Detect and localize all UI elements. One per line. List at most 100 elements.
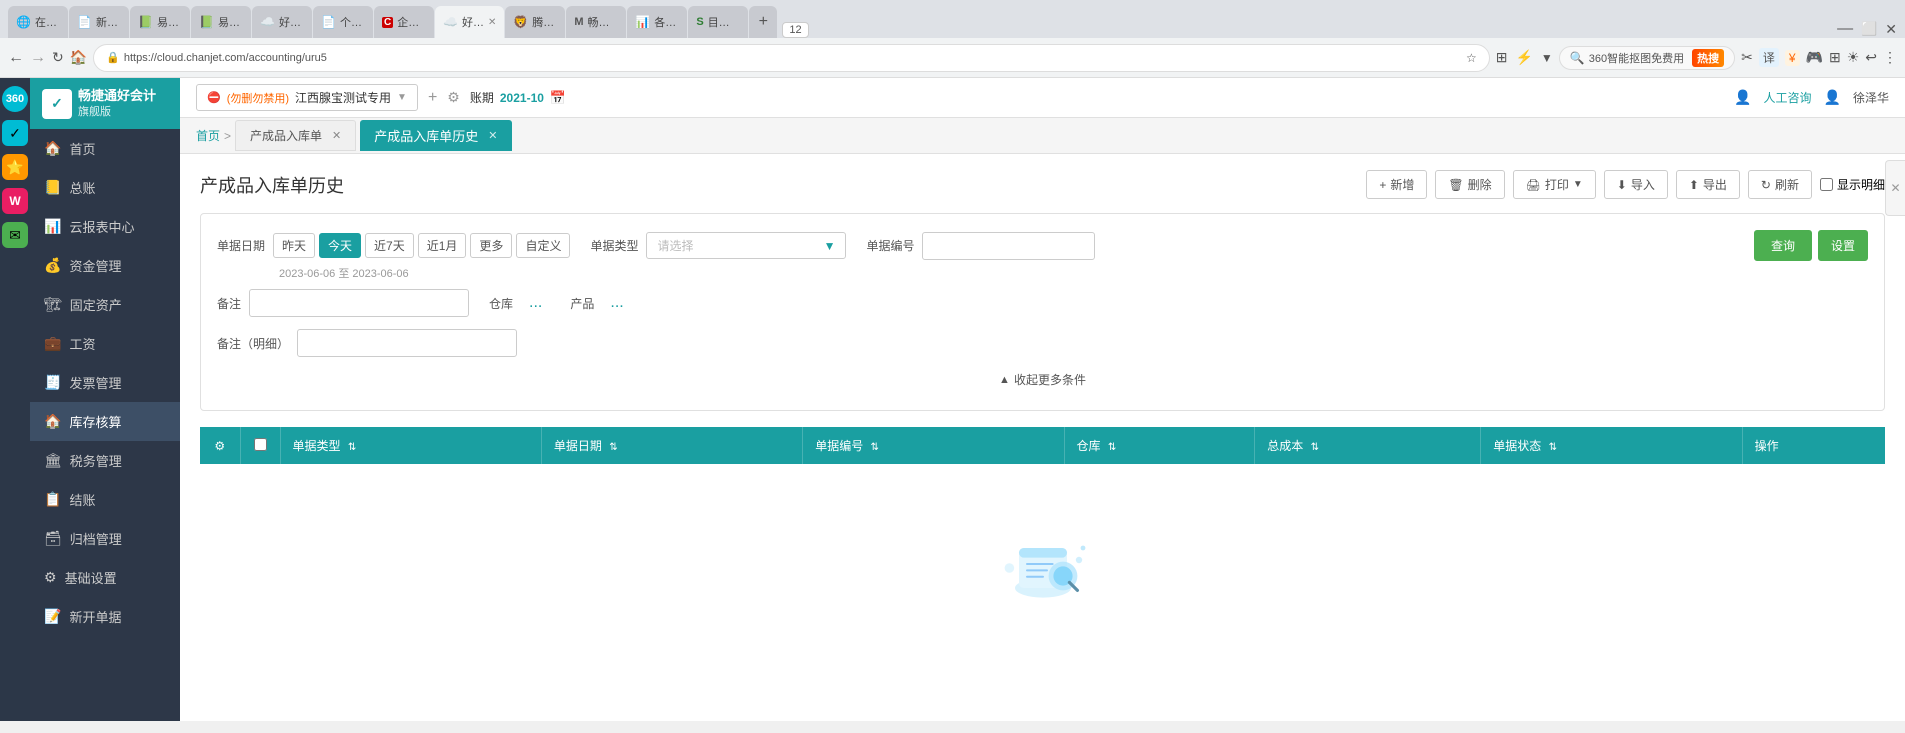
import-button[interactable]: ⬇ 导入 <box>1604 170 1668 199</box>
date-btn-yesterday[interactable]: 昨天 <box>273 233 315 258</box>
right-panel-close-button[interactable]: ✕ <box>1885 160 1905 216</box>
browser-tab-5[interactable]: ☁️ 好… <box>252 6 312 38</box>
yuan-icon[interactable]: ¥ <box>1785 50 1800 66</box>
sidebar-item-invoice[interactable]: 🧾 发票管理 <box>30 363 180 402</box>
delete-button[interactable]: 🗑 删除 <box>1435 170 1504 199</box>
apps-icon[interactable]: ⊞ <box>1829 49 1841 66</box>
sidebar-item-fixed-assets[interactable]: 🏗 固定资产 <box>30 285 180 324</box>
reload-button[interactable]: ↻ <box>52 49 64 66</box>
back-button[interactable]: ← <box>8 49 24 67</box>
sidebar-item-tax[interactable]: 🏛 税务管理 <box>30 441 180 480</box>
sidebar-item-basic-settings[interactable]: ⚙ 基础设置 <box>30 558 180 597</box>
new-tab-button[interactable]: + <box>749 6 777 38</box>
browser-tab-11[interactable]: 📊 各… <box>627 6 687 38</box>
bill-number-input[interactable] <box>922 232 1095 260</box>
show-details-checkbox[interactable]: 显示明细 <box>1820 176 1885 193</box>
setting-button[interactable]: 设置 <box>1818 230 1868 261</box>
app-icon-360[interactable]: 360 <box>2 86 28 112</box>
th-checkbox[interactable] <box>240 427 280 464</box>
print-button[interactable]: 🖨 打印 ▼ <box>1513 170 1596 199</box>
browser-tab-1[interactable]: 🌐 在… <box>8 6 68 38</box>
app-icon-changjie[interactable]: ✓ <box>2 120 28 146</box>
browser-tab-7[interactable]: C 企… <box>374 6 434 38</box>
sidebar-item-settlement[interactable]: 📋 结账 <box>30 480 180 519</box>
date-btn-7days[interactable]: 近7天 <box>365 233 414 258</box>
th-total-cost[interactable]: 总成本 ⇅ <box>1255 427 1481 464</box>
tab-product-history[interactable]: 产成品入库单历史 ✕ <box>360 120 511 151</box>
th-bill-type[interactable]: 单据类型 ⇅ <box>280 427 541 464</box>
date-btn-1month[interactable]: 近1月 <box>418 233 467 258</box>
tab-7-icon: C <box>382 17 393 28</box>
home-button[interactable]: 🏠 <box>70 49 87 66</box>
export-button[interactable]: ⬆ 导出 <box>1676 170 1740 199</box>
th-warehouse[interactable]: 仓库 ⇅ <box>1064 427 1255 464</box>
tax-icon: 🏛 <box>44 452 62 469</box>
refresh-button[interactable]: ↻ 刷新 <box>1748 170 1812 199</box>
note-input[interactable] <box>249 289 469 317</box>
browser-tab-12[interactable]: S 目… <box>688 6 748 38</box>
date-btn-custom[interactable]: 自定义 <box>516 233 570 258</box>
account-settings-button[interactable]: ⚙ <box>447 89 460 106</box>
browser-tab-8[interactable]: ☁️ 好… ✕ <box>435 6 504 38</box>
sidebar-item-payroll[interactable]: 💼 工资 <box>30 324 180 363</box>
address-input[interactable]: 🔒 https://cloud.chanjet.com/accounting/u… <box>93 44 1490 72</box>
browser-tab-2[interactable]: 📄 新… <box>69 6 129 38</box>
th-settings[interactable]: ⚙ <box>200 427 240 464</box>
user-service-text[interactable]: 人工咨询 <box>1764 89 1812 106</box>
tab-product-list[interactable]: 产成品入库单 ✕ <box>235 120 356 151</box>
warehouse-dots[interactable]: ... <box>521 294 550 312</box>
sidebar-item-home[interactable]: 🏠 首页 <box>30 129 180 168</box>
add-button[interactable]: + 新增 <box>1366 170 1427 199</box>
sidebar-item-reports[interactable]: 📊 云报表中心 <box>30 207 180 246</box>
menu-icon[interactable]: ⋮ <box>1883 49 1897 66</box>
empty-state-icon <box>993 524 1093 604</box>
sidebar-item-general-ledger[interactable]: 📒 总账 <box>30 168 180 207</box>
th-bill-status[interactable]: 单据状态 ⇅ <box>1481 427 1742 464</box>
sidebar-item-finance[interactable]: 💰 资金管理 <box>30 246 180 285</box>
tab-product-history-close-icon[interactable]: ✕ <box>488 129 497 142</box>
tab-8-close-icon[interactable]: ✕ <box>488 17 496 28</box>
calendar-icon[interactable]: 📅 <box>550 90 566 106</box>
tab-count-badge: 12 <box>782 22 808 38</box>
note-detail-input[interactable] <box>297 329 517 357</box>
th-bill-date[interactable]: 单据日期 ⇅ <box>541 427 802 464</box>
app-icon-star[interactable]: ⭐ <box>2 154 28 180</box>
tab-product-list-close-icon[interactable]: ✕ <box>332 129 341 142</box>
browser-tab-4[interactable]: 📗 易… <box>191 6 251 38</box>
sidebar-item-inventory[interactable]: 🏠 库存核算 <box>30 402 180 441</box>
add-account-button[interactable]: + <box>428 89 437 107</box>
maximize-icon[interactable]: ⬜ <box>1861 21 1877 37</box>
lightning-icon[interactable]: ⚡ <box>1515 49 1532 66</box>
date-btn-today[interactable]: 今天 <box>319 233 361 258</box>
breadcrumb-home[interactable]: 首页 <box>196 127 220 144</box>
account-selector[interactable]: ⛔ (勿删勿禁用) 江西腺宝测试专用 ▼ <box>196 84 418 111</box>
grid-icon[interactable]: ⊞ <box>1496 49 1508 66</box>
product-dots[interactable]: ... <box>602 294 631 312</box>
sidebar-item-new-bill[interactable]: 📝 新开单据 <box>30 597 180 636</box>
show-details-input[interactable] <box>1820 178 1833 191</box>
bookmark-icon[interactable]: ☆ <box>1466 51 1477 65</box>
forward-button[interactable]: → <box>30 49 46 67</box>
browser-tab-6[interactable]: 📄 个… <box>313 6 373 38</box>
game-icon[interactable]: 🎮 <box>1806 49 1823 66</box>
browser-tab-9[interactable]: 🦁 腾… <box>505 6 565 38</box>
minimize-icon[interactable]: — <box>1837 20 1853 38</box>
dropdown-icon[interactable]: ▼ <box>1541 51 1553 65</box>
browser-tab-3[interactable]: 📗 易… <box>130 6 190 38</box>
app-icon-weibo[interactable]: W <box>2 188 28 214</box>
bill-type-select[interactable]: 请选择 ▼ <box>646 232 846 259</box>
translate-icon[interactable]: 译 <box>1759 48 1779 67</box>
fixed-assets-icon: 🏗 <box>44 296 62 313</box>
date-btn-more[interactable]: 更多 <box>470 233 512 258</box>
undo-icon[interactable]: ↩ <box>1865 49 1877 66</box>
sidebar-item-archive[interactable]: 🗃 归档管理 <box>30 519 180 558</box>
collapse-button[interactable]: ▲ 收起更多条件 <box>993 365 1092 394</box>
close-icon[interactable]: ✕ <box>1885 21 1897 38</box>
query-button[interactable]: 查询 <box>1754 230 1812 261</box>
browser-tab-10[interactable]: M 畅… <box>566 6 626 38</box>
app-icon-mail[interactable]: ✉ <box>2 222 28 248</box>
select-all-checkbox[interactable] <box>254 438 267 451</box>
th-bill-number[interactable]: 单据编号 ⇅ <box>803 427 1064 464</box>
scissors-icon[interactable]: ✂ <box>1741 49 1753 66</box>
theme-icon[interactable]: ☀ <box>1847 49 1860 66</box>
